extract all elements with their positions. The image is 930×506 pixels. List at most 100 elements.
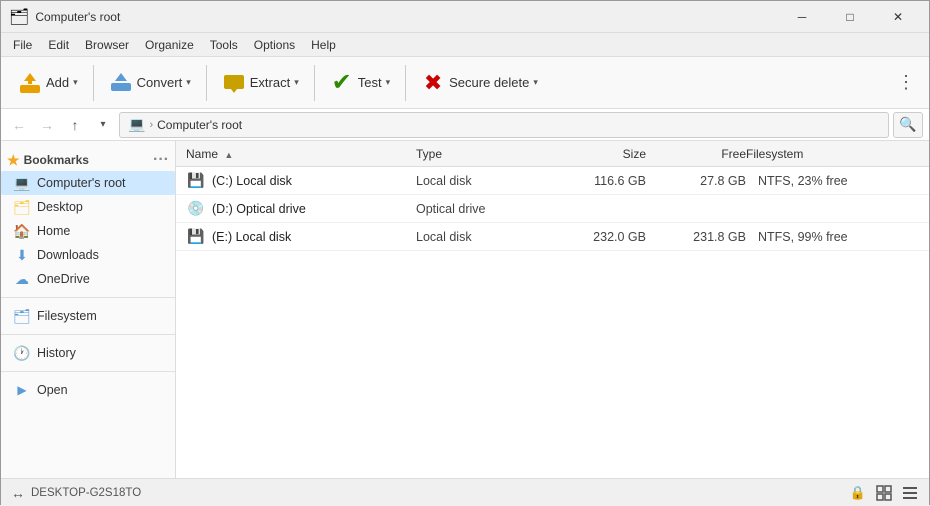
breadcrumb[interactable]: 💻 › Computer's root	[119, 112, 889, 138]
file-area: Name ▲ Type Size Free Filesystem 💾 (C:) …	[176, 141, 929, 478]
status-computer-icon: ↔	[11, 485, 25, 501]
sidebar-label-home: Home	[37, 224, 70, 238]
convert-label: Convert	[137, 75, 183, 90]
sidebar: ★ Bookmarks ··· 💻 Computer's root 🗂 Desk…	[1, 141, 176, 478]
sidebar-divider-1	[1, 297, 175, 298]
col-header-size[interactable]: Size	[546, 147, 646, 161]
home-icon: 🏠	[13, 222, 31, 240]
sidebar-label-filesystem: Filesystem	[37, 309, 97, 323]
menu-edit[interactable]: Edit	[40, 36, 77, 54]
back-button[interactable]: ←	[7, 113, 31, 137]
status-left: ↔ DESKTOP-G2S18TO	[11, 485, 849, 501]
convert-icon	[109, 71, 133, 95]
sidebar-label-downloads: Downloads	[37, 248, 99, 262]
history-dropdown-button[interactable]: ▾	[91, 113, 115, 137]
col-header-free[interactable]: Free	[646, 147, 746, 161]
forward-button[interactable]: →	[35, 113, 59, 137]
convert-chevron: ▾	[186, 77, 191, 88]
sidebar-item-open[interactable]: ▶ Open	[1, 378, 175, 402]
sidebar-item-history[interactable]: 🕐 History	[1, 341, 175, 365]
sidebar-bookmarks-section: ★ Bookmarks ··· 💻 Computer's root 🗂 Desk…	[1, 147, 175, 291]
menu-organize[interactable]: Organize	[137, 36, 202, 54]
secure-delete-button[interactable]: ✖ Secure delete ▾	[412, 63, 547, 103]
computer-icon: 💻	[13, 174, 31, 192]
secure-delete-icon: ✖	[421, 71, 445, 95]
sidebar-item-filesystem[interactable]: 🗂 Filesystem	[1, 304, 175, 328]
grid-view-icon[interactable]	[875, 484, 893, 502]
close-button[interactable]: ✕	[875, 1, 921, 33]
status-bar: ↔ DESKTOP-G2S18TO 🔒	[1, 478, 929, 506]
sidebar-label-open: Open	[37, 383, 68, 397]
history-icon: 🕐	[13, 344, 31, 362]
test-chevron: ▾	[386, 77, 391, 88]
table-row[interactable]: 💿 (D:) Optical drive Optical drive	[176, 195, 929, 223]
window-title: Computer's root	[35, 10, 779, 24]
file-rows: 💾 (C:) Local disk Local disk 116.6 GB 27…	[176, 167, 929, 251]
main-area: ★ Bookmarks ··· 💻 Computer's root 🗂 Desk…	[1, 141, 929, 478]
sidebar-bookmarks-header[interactable]: ★ Bookmarks ···	[1, 147, 175, 171]
minimize-button[interactable]: ─	[779, 1, 825, 33]
lock-icon[interactable]: 🔒	[849, 484, 867, 502]
sidebar-divider-2	[1, 334, 175, 335]
menu-file[interactable]: File	[5, 36, 40, 54]
window-controls: ─ □ ✕	[779, 1, 921, 33]
toolbar-sep-4	[405, 65, 406, 101]
col-header-filesystem[interactable]: Filesystem	[746, 147, 896, 161]
filesystem-icon: 🗂	[13, 307, 31, 325]
file-icon: 💾	[186, 171, 206, 191]
bookmarks-label: Bookmarks	[24, 153, 89, 167]
add-button[interactable]: Add ▾	[9, 63, 87, 103]
extract-label: Extract	[250, 75, 290, 90]
file-icon: 💿	[186, 199, 206, 219]
toolbar-more-button[interactable]: ⋮	[891, 68, 921, 97]
table-row[interactable]: 💾 (C:) Local disk Local disk 116.6 GB 27…	[176, 167, 929, 195]
add-label: Add	[46, 75, 69, 90]
up-button[interactable]: ↑	[63, 113, 87, 137]
menu-options[interactable]: Options	[246, 36, 303, 54]
sidebar-label-onedrive: OneDrive	[37, 272, 90, 286]
onedrive-icon: ☁	[13, 270, 31, 288]
sort-arrow: ▲	[224, 150, 233, 160]
desktop-folder-icon: 🗂	[13, 198, 31, 216]
breadcrumb-computer-icon: 💻	[128, 116, 145, 133]
sidebar-label-computers-root: Computer's root	[37, 176, 126, 190]
extract-button[interactable]: Extract ▾	[213, 63, 308, 103]
extract-icon	[222, 71, 246, 95]
app-icon: 🗂	[9, 7, 29, 27]
col-header-name[interactable]: Name ▲	[186, 147, 416, 161]
test-icon: ✔	[330, 71, 354, 95]
menu-bar: File Edit Browser Organize Tools Options…	[1, 33, 929, 57]
maximize-button[interactable]: □	[827, 1, 873, 33]
breadcrumb-item[interactable]: Computer's root	[157, 118, 242, 132]
sidebar-label-desktop: Desktop	[37, 200, 83, 214]
secure-delete-label: Secure delete	[449, 75, 529, 90]
downloads-icon: ⬇	[13, 246, 31, 264]
address-bar: ← → ↑ ▾ 💻 › Computer's root 🔍	[1, 109, 929, 141]
extract-chevron: ▾	[294, 77, 299, 88]
search-button[interactable]: 🔍	[893, 112, 923, 138]
toolbar-sep-2	[206, 65, 207, 101]
sidebar-item-onedrive[interactable]: ☁ OneDrive	[1, 267, 175, 291]
sidebar-item-desktop[interactable]: 🗂 Desktop	[1, 195, 175, 219]
toolbar: Add ▾ Convert ▾ Extract ▾ ✔ Test ▾	[1, 57, 929, 109]
test-label: Test	[358, 75, 382, 90]
convert-button[interactable]: Convert ▾	[100, 63, 200, 103]
test-button[interactable]: ✔ Test ▾	[321, 63, 399, 103]
sidebar-item-downloads[interactable]: ⬇ Downloads	[1, 243, 175, 267]
toolbar-sep-3	[314, 65, 315, 101]
table-row[interactable]: 💾 (E:) Local disk Local disk 232.0 GB 23…	[176, 223, 929, 251]
file-list-header: Name ▲ Type Size Free Filesystem	[176, 141, 929, 167]
menu-tools[interactable]: Tools	[202, 36, 246, 54]
menu-browser[interactable]: Browser	[77, 36, 137, 54]
title-bar: 🗂 Computer's root ─ □ ✕	[1, 1, 929, 33]
sidebar-item-computers-root[interactable]: 💻 Computer's root	[1, 171, 175, 195]
status-computer-label: DESKTOP-G2S18TO	[31, 487, 141, 499]
menu-help[interactable]: Help	[303, 36, 344, 54]
secure-delete-chevron: ▾	[533, 77, 538, 88]
sidebar-item-home[interactable]: 🏠 Home	[1, 219, 175, 243]
col-header-type[interactable]: Type	[416, 147, 546, 161]
bookmarks-more[interactable]: ···	[153, 151, 169, 169]
add-icon	[18, 71, 42, 95]
detail-view-icon[interactable]	[901, 484, 919, 502]
add-chevron: ▾	[73, 77, 78, 88]
